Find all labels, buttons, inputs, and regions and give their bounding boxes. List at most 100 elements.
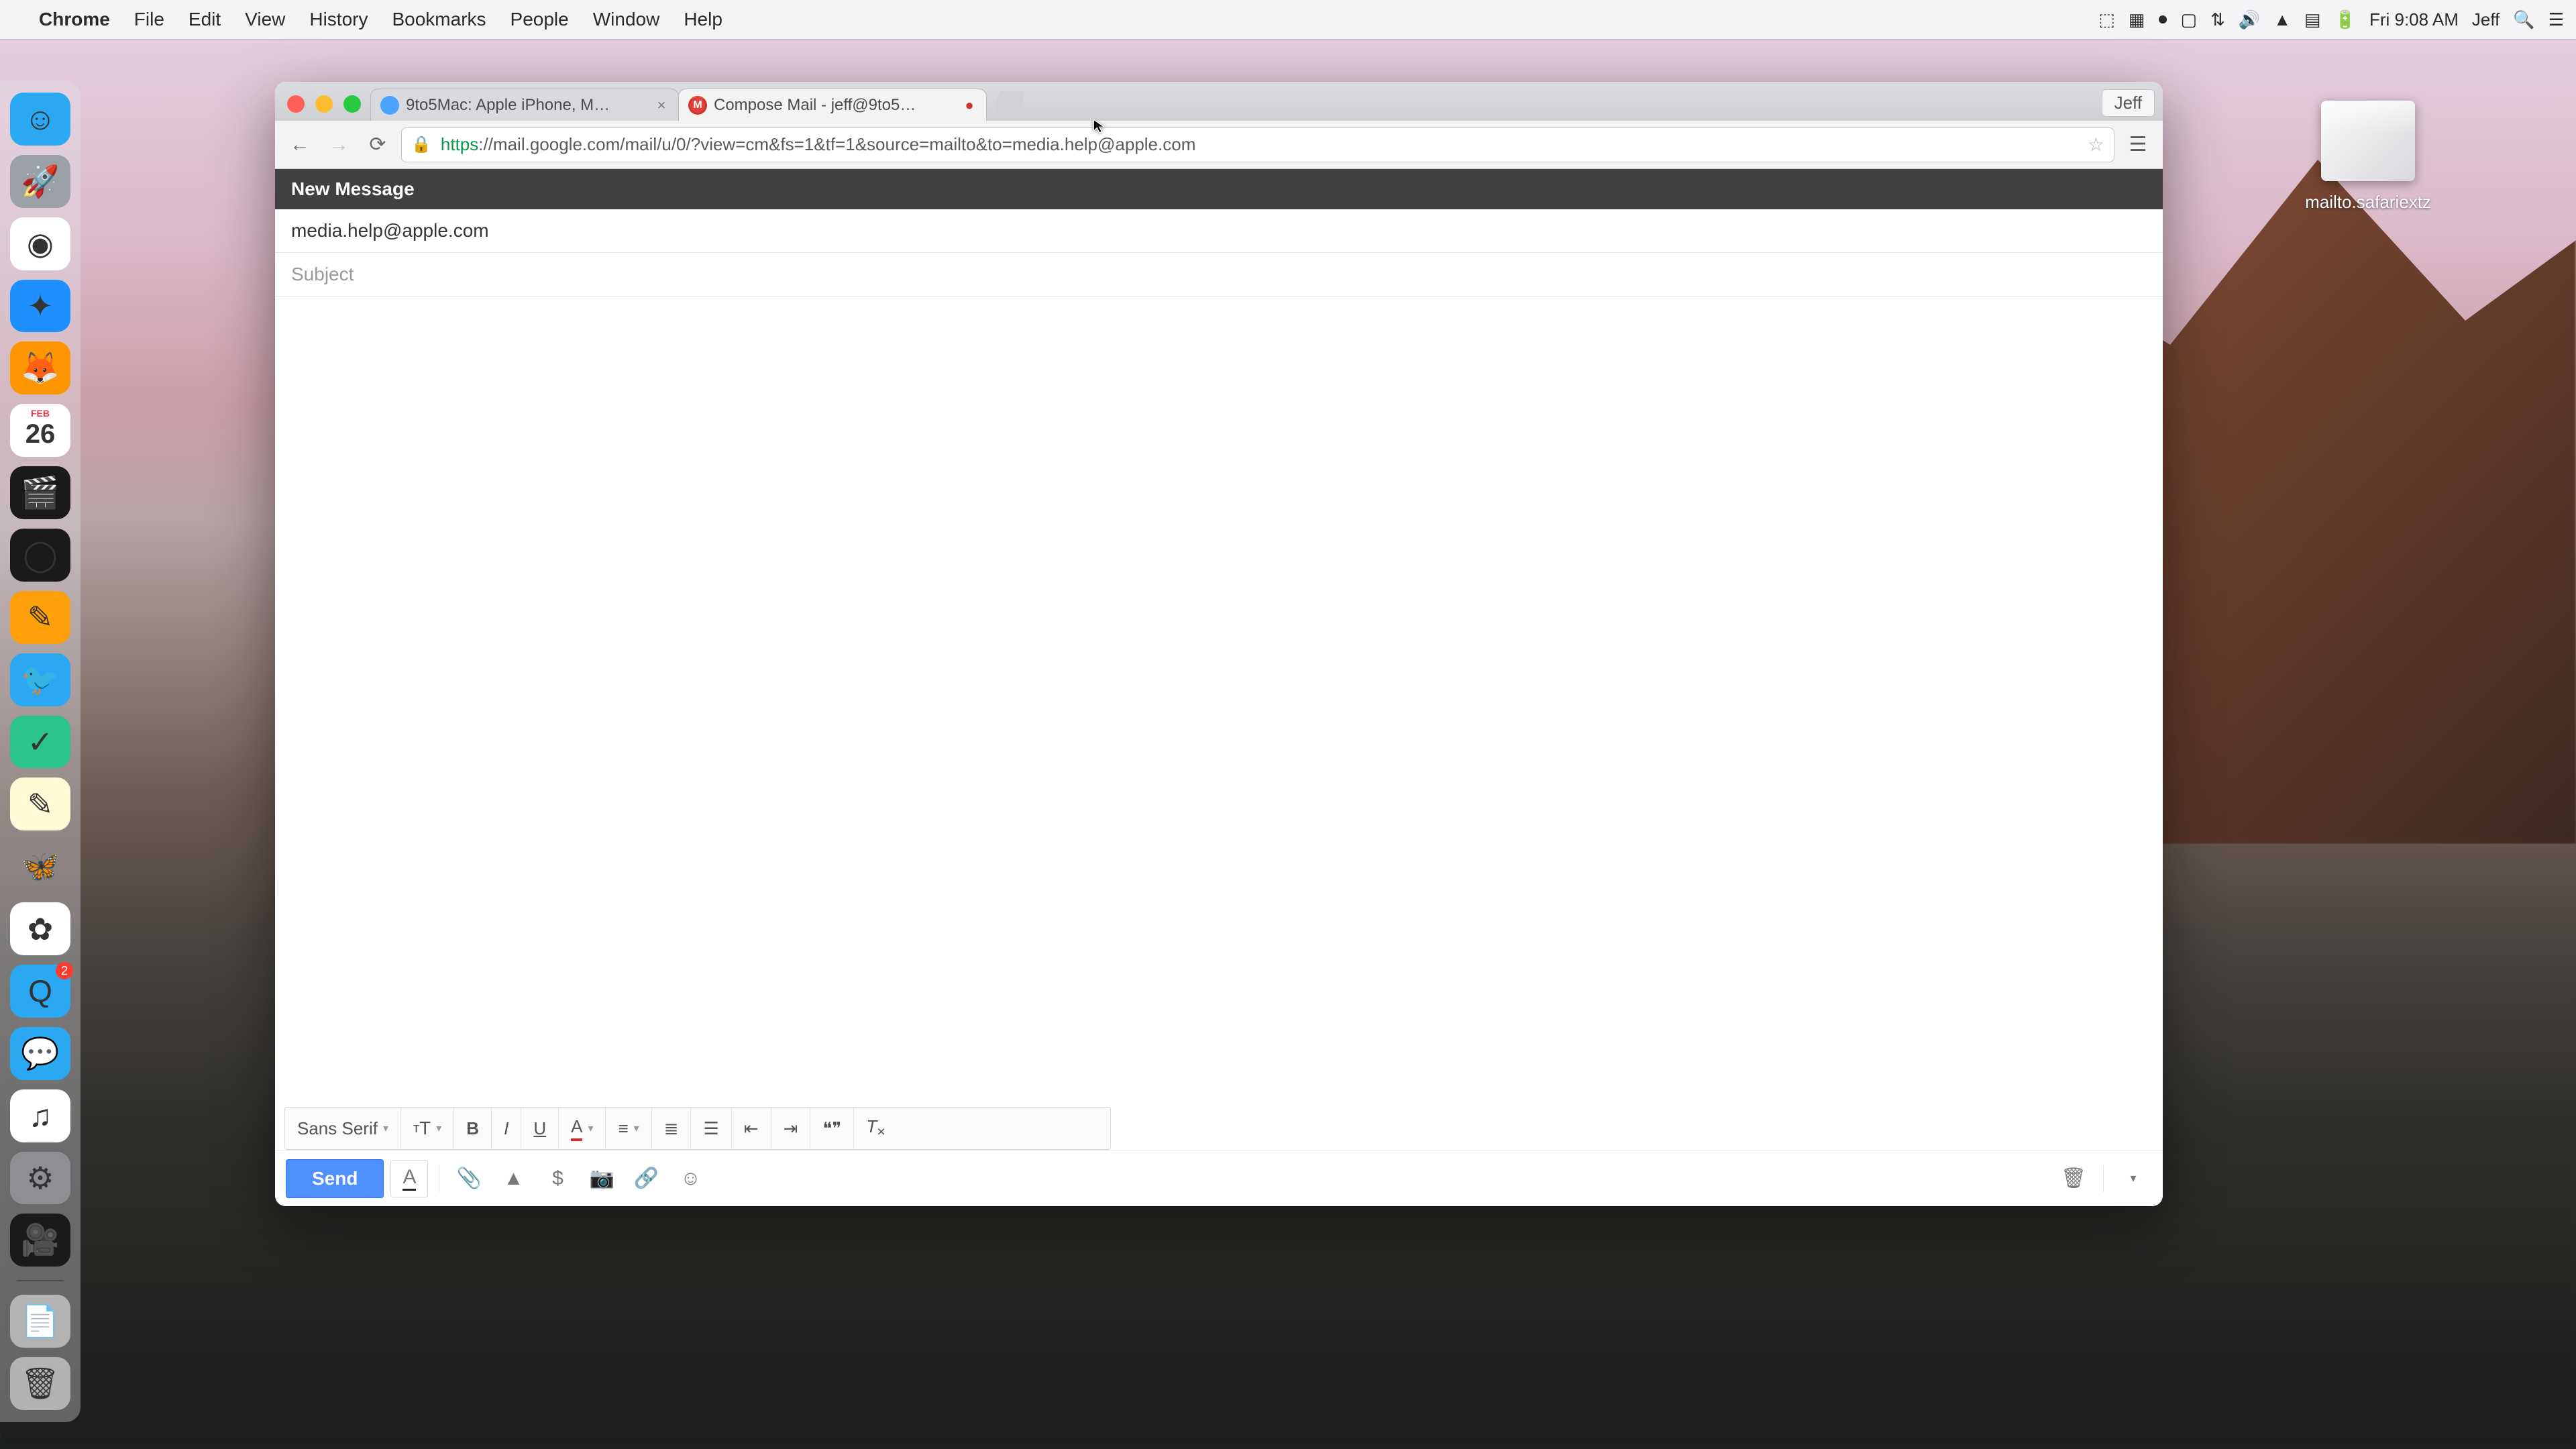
menu-edit[interactable]: Edit bbox=[176, 9, 233, 30]
dock-itunes[interactable]: ♫ bbox=[10, 1089, 70, 1142]
numbered-list-button[interactable]: ≣ bbox=[652, 1108, 692, 1149]
desktop-file[interactable]: mailto.safariextz bbox=[2281, 101, 2455, 213]
text-color-button[interactable]: A▾ bbox=[559, 1108, 606, 1149]
menu-help[interactable]: Help bbox=[672, 9, 735, 30]
address-bar[interactable]: 🔒 https://mail.google.com/mail/u/0/?view… bbox=[401, 127, 2114, 162]
browser-toolbar: ← → ⟳ 🔒 https://mail.google.com/mail/u/0… bbox=[275, 121, 2163, 169]
bold-button[interactable]: B bbox=[454, 1108, 492, 1149]
sync-icon[interactable]: ⇅ bbox=[2210, 9, 2225, 30]
insert-money-button[interactable]: $ bbox=[539, 1160, 576, 1197]
dropbox-icon[interactable]: ⬚ bbox=[2098, 9, 2115, 30]
bookmark-star-icon[interactable]: ☆ bbox=[2088, 133, 2104, 156]
trash-icon: 🗑 bbox=[2061, 1167, 2086, 1190]
dock-messages[interactable]: 💬 bbox=[10, 1027, 70, 1080]
insert-link-button[interactable]: 🔗 bbox=[627, 1160, 665, 1197]
align-icon: ≡ bbox=[618, 1118, 628, 1139]
compose-header: New Message bbox=[275, 169, 2163, 209]
dock-launchpad[interactable]: 🚀 bbox=[10, 155, 70, 208]
dock-chrome[interactable]: ◉ bbox=[10, 217, 70, 270]
dock-safari[interactable]: ✦ bbox=[10, 280, 70, 333]
dock-final-cut[interactable]: 🎬 bbox=[10, 466, 70, 519]
compose-body[interactable] bbox=[275, 297, 2163, 1107]
dock-finder[interactable]: ☺ bbox=[10, 93, 70, 146]
app-menu[interactable]: Chrome bbox=[27, 9, 122, 30]
formatting-toggle[interactable]: A bbox=[390, 1160, 428, 1197]
dock-document[interactable]: 📄 bbox=[10, 1295, 70, 1348]
italic-button[interactable]: I bbox=[492, 1108, 521, 1149]
dock-trash[interactable]: 🗑 bbox=[10, 1357, 70, 1410]
font-family-picker[interactable]: Sans Serif▾ bbox=[285, 1108, 401, 1149]
volume-icon[interactable]: 🔊 bbox=[2239, 9, 2260, 30]
new-tab-button[interactable] bbox=[993, 91, 1025, 118]
forward-button[interactable]: → bbox=[323, 129, 354, 160]
tab-9to5mac[interactable]: 9to5Mac: Apple iPhone, M… × bbox=[370, 89, 679, 121]
tab-title: 9to5Mac: Apple iPhone, M… bbox=[406, 96, 647, 115]
menu-bookmarks[interactable]: Bookmarks bbox=[380, 9, 498, 30]
dock-screenflow[interactable]: 🎥 bbox=[10, 1214, 70, 1267]
spotlight-icon[interactable]: 🔍 bbox=[2513, 9, 2534, 30]
tab-close-icon[interactable]: ● bbox=[962, 98, 977, 113]
remove-formatting-button[interactable]: T× bbox=[854, 1108, 898, 1149]
more-options-button[interactable]: ▾ bbox=[2114, 1160, 2152, 1197]
back-button[interactable]: ← bbox=[284, 129, 315, 160]
menu-history[interactable]: History bbox=[297, 9, 380, 30]
dock-quip[interactable]: Q2 bbox=[10, 965, 70, 1018]
tab-compose[interactable]: M Compose Mail - jeff@9to5… ● bbox=[678, 89, 987, 121]
tab-close-icon[interactable]: × bbox=[654, 98, 669, 113]
indent-less-button[interactable]: ⇤ bbox=[732, 1108, 771, 1149]
underline-button[interactable]: U bbox=[521, 1108, 559, 1149]
camera-icon[interactable]: ⏺ bbox=[2158, 9, 2167, 30]
font-size-picker[interactable]: тT▾ bbox=[401, 1108, 454, 1149]
dock-butterfly[interactable]: 🦋 bbox=[10, 840, 70, 893]
menubar-user[interactable]: Jeff bbox=[2472, 9, 2500, 30]
dock-firefox[interactable]: 🦊 bbox=[10, 341, 70, 394]
dock-tweetbot[interactable]: 🐦 bbox=[10, 653, 70, 706]
dock-system-prefs[interactable]: ⚙ bbox=[10, 1152, 70, 1205]
subject-input[interactable] bbox=[291, 264, 2147, 285]
attach-file-button[interactable]: 📎 bbox=[450, 1160, 488, 1197]
bulleted-list-icon: ☰ bbox=[703, 1118, 718, 1139]
battery-icon[interactable]: 🔋 bbox=[2334, 9, 2356, 30]
airplay-icon[interactable]: ▢ bbox=[2181, 9, 2198, 30]
menu-people[interactable]: People bbox=[498, 9, 581, 30]
send-button[interactable]: Send bbox=[286, 1159, 384, 1198]
align-button[interactable]: ≡▾ bbox=[606, 1108, 651, 1149]
discard-draft-button[interactable]: 🗑 bbox=[2055, 1160, 2092, 1197]
dock-obs[interactable]: ◯ bbox=[10, 529, 70, 582]
subject-field-row[interactable] bbox=[275, 253, 2163, 297]
indent-more-button[interactable]: ⇥ bbox=[771, 1108, 811, 1149]
window-close[interactable] bbox=[287, 95, 305, 113]
insert-photo-button[interactable]: 📷 bbox=[583, 1160, 621, 1197]
1password-icon[interactable]: ▦ bbox=[2129, 9, 2145, 30]
bulleted-list-button[interactable]: ☰ bbox=[691, 1108, 731, 1149]
compose-actions: Send A 📎 ▲ $ 📷 🔗 ☺ bbox=[275, 1150, 2163, 1206]
dock-calendar[interactable]: FEB26 bbox=[10, 404, 70, 457]
emoji-icon: ☺ bbox=[680, 1167, 701, 1190]
dock-notes[interactable]: ✎ bbox=[10, 777, 70, 830]
reload-button[interactable]: ⟳ bbox=[362, 129, 393, 160]
menubar-clock[interactable]: Fri 9:08 AM bbox=[2369, 9, 2459, 30]
url-text: https://mail.google.com/mail/u/0/?view=c… bbox=[441, 134, 1195, 155]
dock-things[interactable]: ✓ bbox=[10, 716, 70, 769]
chrome-menu-button[interactable]: ☰ bbox=[2123, 129, 2153, 160]
menu-window[interactable]: Window bbox=[581, 9, 672, 30]
window-minimize[interactable] bbox=[315, 95, 333, 113]
indent-icon: ⇥ bbox=[784, 1118, 798, 1139]
profile-chip[interactable]: Jeff bbox=[2102, 89, 2155, 117]
quote-button[interactable]: ❝❞ bbox=[810, 1108, 854, 1149]
window-zoom[interactable] bbox=[343, 95, 361, 113]
desktop-file-label: mailto.safariextz bbox=[2281, 192, 2455, 213]
insert-emoji-button[interactable]: ☺ bbox=[672, 1160, 709, 1197]
chrome-window: 9to5Mac: Apple iPhone, M… × M Compose Ma… bbox=[275, 82, 2163, 1206]
notification-center-icon[interactable]: ☰ bbox=[2548, 9, 2564, 30]
control-center-icon[interactable]: ▤ bbox=[2304, 9, 2321, 30]
to-field-row[interactable]: media.help@apple.com bbox=[275, 209, 2163, 253]
menu-file[interactable]: File bbox=[122, 9, 176, 30]
wifi-icon[interactable]: ▲ bbox=[2273, 9, 2291, 30]
menu-view[interactable]: View bbox=[233, 9, 297, 30]
insert-drive-button[interactable]: ▲ bbox=[494, 1160, 532, 1197]
paperclip-icon: 📎 bbox=[457, 1167, 482, 1190]
dock-pixelmator[interactable]: ✎ bbox=[10, 591, 70, 644]
dock-photos[interactable]: ✿ bbox=[10, 902, 70, 955]
favicon bbox=[380, 96, 399, 115]
